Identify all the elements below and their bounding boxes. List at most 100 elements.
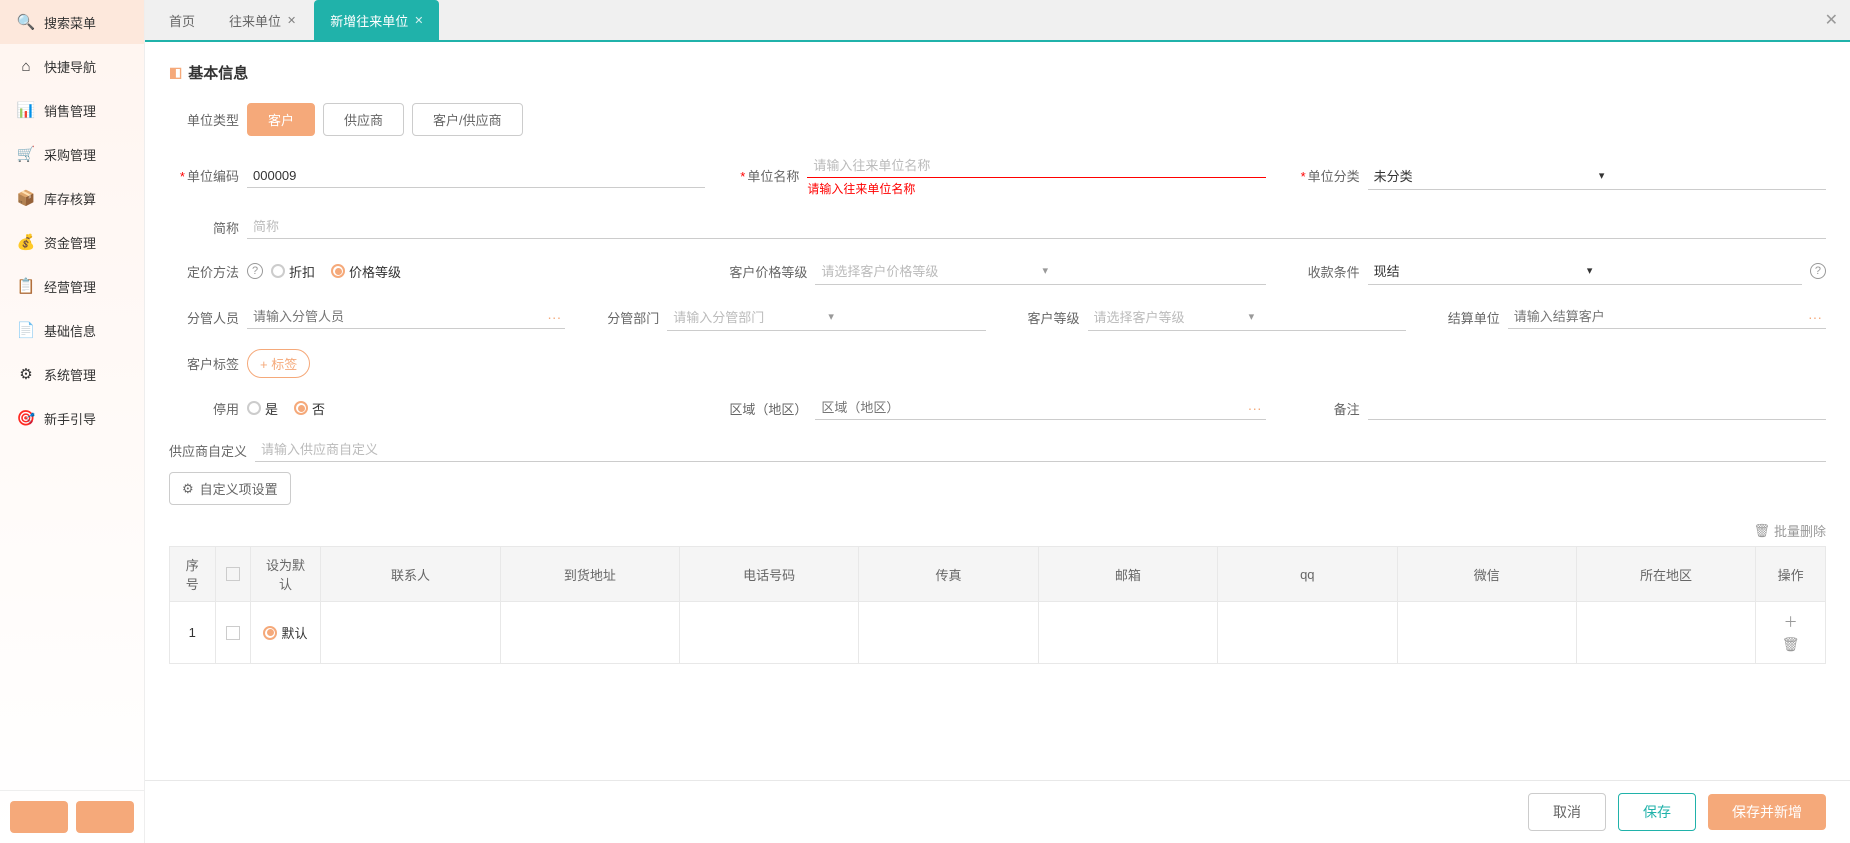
tag-label: 客户标签 bbox=[169, 354, 239, 373]
sidebar-item-purchase[interactable]: 🛒 采购管理 bbox=[0, 132, 144, 176]
home-icon: ⌂ bbox=[16, 56, 36, 76]
pricing-radio-group: 折扣 价格等级 bbox=[271, 262, 401, 281]
payment-label: 收款条件 bbox=[1290, 262, 1360, 281]
row-delete-button[interactable]: 🗑 bbox=[1778, 634, 1804, 655]
unit-category-label: 单位分类 bbox=[1290, 166, 1360, 185]
search-icon: 🔍 bbox=[16, 12, 36, 32]
row-wechat[interactable] bbox=[1397, 602, 1576, 664]
customer-level-select[interactable]: 请选择客户等级 ▾ bbox=[1088, 303, 1406, 331]
abbr-input[interactable] bbox=[247, 215, 1826, 239]
col-checkbox bbox=[215, 547, 250, 602]
sidebar-item-finance[interactable]: 💰 资金管理 bbox=[0, 220, 144, 264]
unit-category-select[interactable]: 未分类 ▾ bbox=[1368, 162, 1826, 190]
tab-partners[interactable]: 往来单位 ✕ bbox=[213, 0, 312, 40]
save-new-button[interactable]: 保存并新增 bbox=[1708, 794, 1826, 830]
customer-price-select[interactable]: 请选择客户价格等级 ▾ bbox=[815, 257, 1265, 285]
main-area: 首页 往来单位 ✕ 新增往来单位 ✕ ✕ ◧ 基本信息 单位类型 客户 bbox=[145, 0, 1850, 843]
sidebar-item-basic[interactable]: 📄 基础信息 bbox=[0, 308, 144, 352]
supplier-custom-field: 供应商自定义 bbox=[169, 438, 1826, 462]
row-phone[interactable] bbox=[680, 602, 859, 664]
row-address[interactable] bbox=[500, 602, 679, 664]
sidebar-item-operations[interactable]: 📋 经营管理 bbox=[0, 264, 144, 308]
remark-input[interactable] bbox=[1368, 396, 1826, 420]
row-contact-input[interactable] bbox=[331, 625, 489, 640]
pricing-help-icon[interactable]: ? bbox=[247, 263, 263, 279]
disabled-no-radio[interactable]: 否 bbox=[294, 399, 325, 418]
dept-select[interactable]: 请输入分管部门 ▾ bbox=[667, 303, 985, 331]
manager-input[interactable] bbox=[247, 305, 543, 328]
settlement-field: 结算单位 ··· bbox=[1430, 305, 1826, 329]
type-btn-both[interactable]: 客户/供应商 bbox=[412, 103, 523, 136]
custom-settings-button[interactable]: ⚙ 自定义项设置 bbox=[169, 472, 291, 505]
supplier-custom-input[interactable] bbox=[255, 438, 1826, 462]
row-qq[interactable] bbox=[1218, 602, 1398, 664]
customer-level-field: 客户等级 请选择客户等级 ▾ bbox=[1010, 303, 1406, 331]
form-footer: 取消 保存 保存并新增 bbox=[145, 780, 1850, 843]
row-fax-input[interactable] bbox=[869, 625, 1027, 640]
dept-chevron-icon: ▾ bbox=[828, 310, 979, 323]
section-title: ◧ 基本信息 bbox=[169, 62, 1826, 83]
pricing-field: 定价方法 ? 折扣 价格等级 bbox=[169, 262, 705, 281]
row-default-radio[interactable]: 默认 bbox=[261, 623, 311, 642]
row-email[interactable] bbox=[1038, 602, 1217, 664]
row-add-button[interactable]: ＋ bbox=[1780, 610, 1802, 634]
save-button[interactable]: 保存 bbox=[1618, 793, 1696, 831]
header-checkbox-wrapper bbox=[226, 567, 240, 581]
sidebar-item-quicknav[interactable]: ⌂ 快捷导航 bbox=[0, 44, 144, 88]
row-checkbox[interactable] bbox=[226, 626, 240, 640]
row-qq-input[interactable] bbox=[1228, 625, 1387, 640]
region-input[interactable] bbox=[815, 396, 1243, 419]
form-grid: 单位类型 客户 供应商 客户/供应商 单位编码 单位名称 bbox=[169, 103, 1826, 462]
abbr-field: 简称 bbox=[169, 215, 1826, 239]
row-email-input[interactable] bbox=[1049, 625, 1207, 640]
window-close-button[interactable]: ✕ bbox=[1825, 10, 1838, 30]
region-dots-btn[interactable]: ··· bbox=[1244, 400, 1266, 416]
type-buttons-group: 客户 供应商 客户/供应商 bbox=[247, 103, 523, 136]
pricing-radio-price-level[interactable]: 价格等级 bbox=[331, 262, 401, 281]
sidebar-item-inventory[interactable]: 📦 库存核算 bbox=[0, 176, 144, 220]
batch-delete-button[interactable]: 🗑 批量删除 bbox=[1753, 521, 1826, 540]
cancel-button[interactable]: 取消 bbox=[1528, 793, 1606, 831]
row-action: ＋ 🗑 bbox=[1756, 602, 1826, 664]
tab-new-partner[interactable]: 新增往来单位 ✕ bbox=[314, 0, 439, 40]
row-phone-input[interactable] bbox=[690, 625, 848, 640]
col-contact: 联系人 bbox=[321, 547, 500, 602]
tag-field: 客户标签 + 标签 bbox=[169, 349, 1826, 378]
row-fax[interactable] bbox=[859, 602, 1038, 664]
type-btn-customer[interactable]: 客户 bbox=[247, 103, 315, 136]
row-contact[interactable] bbox=[321, 602, 500, 664]
sidebar: 🔍 搜索菜单 ⌂ 快捷导航 📊 销售管理 🛒 采购管理 📦 库存核算 💰 资金管… bbox=[0, 0, 145, 843]
section-icon: ◧ bbox=[169, 64, 182, 81]
tab-partners-close-icon[interactable]: ✕ bbox=[287, 14, 296, 27]
supplier-custom-label: 供应商自定义 bbox=[169, 441, 247, 460]
header-checkbox[interactable] bbox=[226, 567, 240, 581]
add-tag-button[interactable]: + 标签 bbox=[247, 349, 310, 378]
sidebar-footer-btn1[interactable] bbox=[10, 801, 68, 833]
unit-type-label: 单位类型 bbox=[169, 110, 239, 129]
row-region[interactable] bbox=[1576, 602, 1755, 664]
settlement-dots-btn[interactable]: ··· bbox=[1804, 309, 1826, 325]
row-address-input[interactable] bbox=[511, 625, 669, 640]
manager-dots-btn[interactable]: ··· bbox=[543, 309, 565, 325]
pricing-radio-discount[interactable]: 折扣 bbox=[271, 262, 315, 281]
sidebar-item-search[interactable]: 🔍 搜索菜单 bbox=[0, 0, 144, 44]
tab-home[interactable]: 首页 bbox=[153, 0, 211, 40]
col-no: 序号 bbox=[170, 547, 216, 602]
sidebar-footer-btn2[interactable] bbox=[76, 801, 134, 833]
customer-price-chevron-icon: ▾ bbox=[1043, 264, 1260, 277]
row-region-input[interactable] bbox=[1587, 625, 1745, 640]
sidebar-item-sales[interactable]: 📊 销售管理 bbox=[0, 88, 144, 132]
sidebar-item-newbie[interactable]: 🎯 新手引导 bbox=[0, 396, 144, 440]
tab-new-partner-close-icon[interactable]: ✕ bbox=[414, 14, 423, 27]
money-icon: 💰 bbox=[16, 232, 36, 252]
settlement-input[interactable] bbox=[1508, 305, 1804, 328]
payment-select[interactable]: 现结 ▾ bbox=[1368, 257, 1802, 285]
disabled-yes-radio[interactable]: 是 bbox=[247, 399, 278, 418]
unit-name-input[interactable] bbox=[807, 154, 1265, 178]
row-wechat-input[interactable] bbox=[1408, 625, 1566, 640]
type-btn-supplier[interactable]: 供应商 bbox=[323, 103, 404, 136]
payment-help-icon[interactable]: ? bbox=[1810, 263, 1826, 279]
region-input-wrapper: ··· bbox=[815, 396, 1265, 420]
sidebar-item-system[interactable]: ⚙ 系统管理 bbox=[0, 352, 144, 396]
unit-code-input[interactable] bbox=[247, 164, 705, 188]
